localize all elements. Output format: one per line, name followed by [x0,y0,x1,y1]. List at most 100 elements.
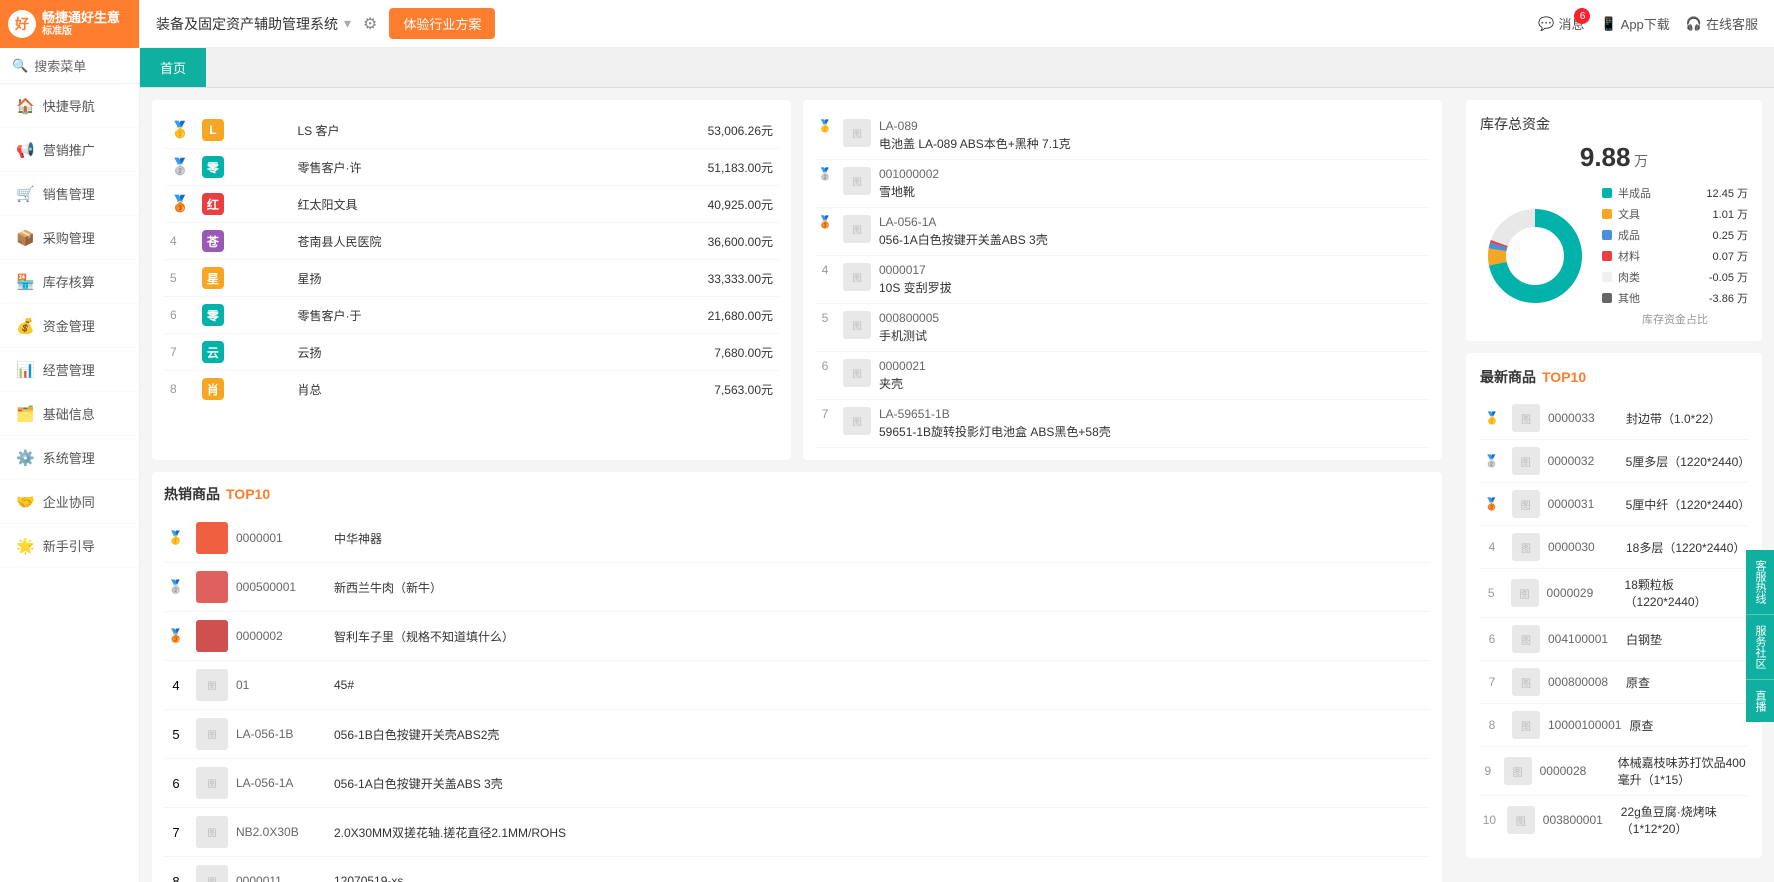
product-image-placeholder: 图 [196,718,228,750]
bestsell-product-image: 图 [843,215,871,243]
sidebar-item-finance[interactable]: 💰 资金管理 [0,304,139,348]
hot-product-rank: 5 [164,727,188,742]
sidebar-item-cooperation[interactable]: 🤝 企业协同 [0,480,139,524]
rank-number: 8 [170,382,177,396]
new-product-image: 图 [1512,625,1540,653]
customer-amount: 53,006.26元 [561,112,779,149]
hot-product-code: 0000011 [236,874,326,882]
cooperation-icon: 🤝 [16,493,35,511]
new-product-rank: 5 [1480,586,1503,600]
legend-area: 半成品 12.45 万 文具 1.01 万 成品 0.25 万 材料 0.07 … [1602,185,1748,327]
product-image-placeholder: 图 [196,816,228,848]
rank-badge-cell: 肖 [196,371,292,408]
operations-icon: 📊 [16,361,35,379]
customer-ranking-row: 🥈 零 零售客户·许 51,183.00元 [164,149,779,186]
float-live-btn[interactable]: 直播 [1746,680,1774,722]
rank-medal-cell: 4 [164,223,196,260]
bestsell-rank: 🥉 [815,215,835,229]
customer-amount: 33,333.00元 [561,260,779,297]
product-image [196,522,228,554]
new-product-image: 图 [1512,668,1540,696]
bestsell-product-info: LA-59651-1B 59651-1B旋转投影灯电池盒 ABS黑色+58壳 [879,407,1111,440]
hot-product-name: 中华神器 [334,530,382,547]
logo-text: 畅捷通好生意 标准版 [42,10,120,38]
new-product-name: 体械嘉枝味苏打饮品400毫升（1*15） [1618,754,1748,788]
new-product-row: 7 图 000800008 原查 [1480,661,1748,704]
customer-ranking-table: 🥇 L LS 客户 53,006.26元 🥈 零 零售客户·许 51,183.0… [164,112,779,407]
new-products-card: 最新商品 TOP10 🥇 图 0000033 封边带（1.0*22） 🥈 图 0… [1466,353,1762,858]
rank-badge-cell: 零 [196,149,292,186]
search-menu[interactable]: 🔍 搜索菜单 [0,48,139,84]
phone-icon: 📱 [1600,16,1616,32]
customer-ranking-row: 8 肖 肖总 7,563.00元 [164,371,779,408]
new-product-rank: 10 [1480,813,1499,827]
app-download-button[interactable]: 📱 App下载 [1600,14,1669,33]
system-selector[interactable]: 装备及固定资产辅助管理系统 ▾ [156,14,351,34]
sidebar-item-purchase[interactable]: 📦 采购管理 [0,216,139,260]
bestsell-product-code: LA-59651-1B [879,407,1111,421]
hot-product-code: 0000001 [236,531,326,545]
legend-item: 半成品 12.45 万 [1602,185,1748,201]
floating-buttons: 客服热线 服务社区 直播 [1746,550,1774,722]
legend-item: 材料 0.07 万 [1602,248,1748,264]
hot-product-name: 056-1B白色按键开关壳ABS2壳 [334,726,499,743]
customer-ranking-row: 5 星 星扬 33,333.00元 [164,260,779,297]
chart-area: 半成品 12.45 万 文具 1.01 万 成品 0.25 万 材料 0.07 … [1480,185,1748,327]
customer-amount: 40,925.00元 [561,186,779,223]
sidebar-item-marketing[interactable]: 📢 营销推广 [0,128,139,172]
new-product-rank: 🥇 [1480,411,1504,425]
customer-ranking-card: 🥇 L LS 客户 53,006.26元 🥈 零 零售客户·许 51,183.0… [152,100,791,460]
hot-product-name: 2.0X30MM双搓花轴.搓花直径2.1MM/ROHS [334,824,566,841]
new-product-code: 000800008 [1548,675,1618,689]
new-products-list: 🥇 图 0000033 封边带（1.0*22） 🥈 图 0000032 5厘多层… [1480,397,1748,844]
sidebar-item-settings[interactable]: ⚙️ 系统管理 [0,436,139,480]
bestsell-product-image: 图 [843,359,871,387]
customer-name: 零售客户·于 [292,297,562,334]
bestsell-product-name: 10S 变刮罗拔 [879,279,952,296]
new-product-rank: 🥉 [1480,497,1504,511]
hot-product-rank: 6 [164,776,188,791]
topbar: 装备及固定资产辅助管理系统 ▾ ⚙ 体验行业方案 💬 消息 6 📱 App下载 … [140,0,1774,48]
trial-button[interactable]: 体验行业方案 [389,8,495,39]
sidebar-item-operations[interactable]: 📊 经营管理 [0,348,139,392]
legend-category-value: 1.01 万 [1698,206,1748,222]
float-service-btn[interactable]: 客服热线 [1746,550,1774,615]
customer-ranking-row: 🥇 L LS 客户 53,006.26元 [164,112,779,149]
new-product-image: 图 [1512,404,1540,432]
bestsell-product-name: 夹壳 [879,375,926,392]
float-community-btn[interactable]: 服务社区 [1746,615,1774,680]
hot-product-row: 7 图 NB2.0X30B 2.0X30MM双搓花轴.搓花直径2.1MM/ROH… [164,808,1430,857]
legend-category-value: -3.86 万 [1698,290,1748,306]
bestsell-product-image: 图 [843,263,871,291]
bestsell-product-info: 001000002 雪地靴 [879,167,939,200]
message-button[interactable]: 💬 消息 6 [1538,14,1584,33]
rank-number: 7 [170,345,177,359]
product-image [196,620,228,652]
customer-badge: L [202,119,224,141]
new-product-image: 图 [1507,806,1535,834]
sidebar-item-guide[interactable]: 🌟 新手引导 [0,524,139,568]
hot-product-name: 056-1A白色按键开关盖ABS 3壳 [334,775,503,792]
hot-product-row: 🥉 0000002 智利车子里（规格不知道填什么） [164,612,1430,661]
tab-home[interactable]: 首页 [140,48,206,87]
new-product-image: 图 [1512,533,1540,561]
sidebar-item-basicinfo[interactable]: 🗂️ 基础信息 [0,392,139,436]
legend-category-name: 半成品 [1618,185,1692,201]
sidebar-bestsell-row: 4 图 0000017 10S 变刮罗拔 [815,256,1430,304]
gear-icon[interactable]: ⚙ [363,14,377,34]
sidebar-item-quicknav[interactable]: 🏠 快捷导航 [0,84,139,128]
new-product-code: 003800001 [1543,813,1613,827]
new-product-row: 5 图 0000029 18颗粒板（1220*2440） [1480,569,1748,618]
customer-amount: 7,563.00元 [561,371,779,408]
hot-product-name: 智利车子里（规格不知道填什么） [334,628,514,645]
online-service-button[interactable]: 🎧 在线客服 [1686,14,1758,33]
sidebar-item-sales[interactable]: 🛒 销售管理 [0,172,139,216]
new-product-row: 9 图 0000028 体械嘉枝味苏打饮品400毫升（1*15） [1480,747,1748,796]
product-image [196,571,228,603]
message-badge: 6 [1574,8,1590,24]
legend-color-dot [1602,272,1612,282]
sidebar-item-inventory[interactable]: 🏪 库存核算 [0,260,139,304]
bestsell-rank: 🥇 [815,119,835,133]
sales-icon: 🛒 [16,185,35,203]
bestsell-product-image: 图 [843,407,871,435]
